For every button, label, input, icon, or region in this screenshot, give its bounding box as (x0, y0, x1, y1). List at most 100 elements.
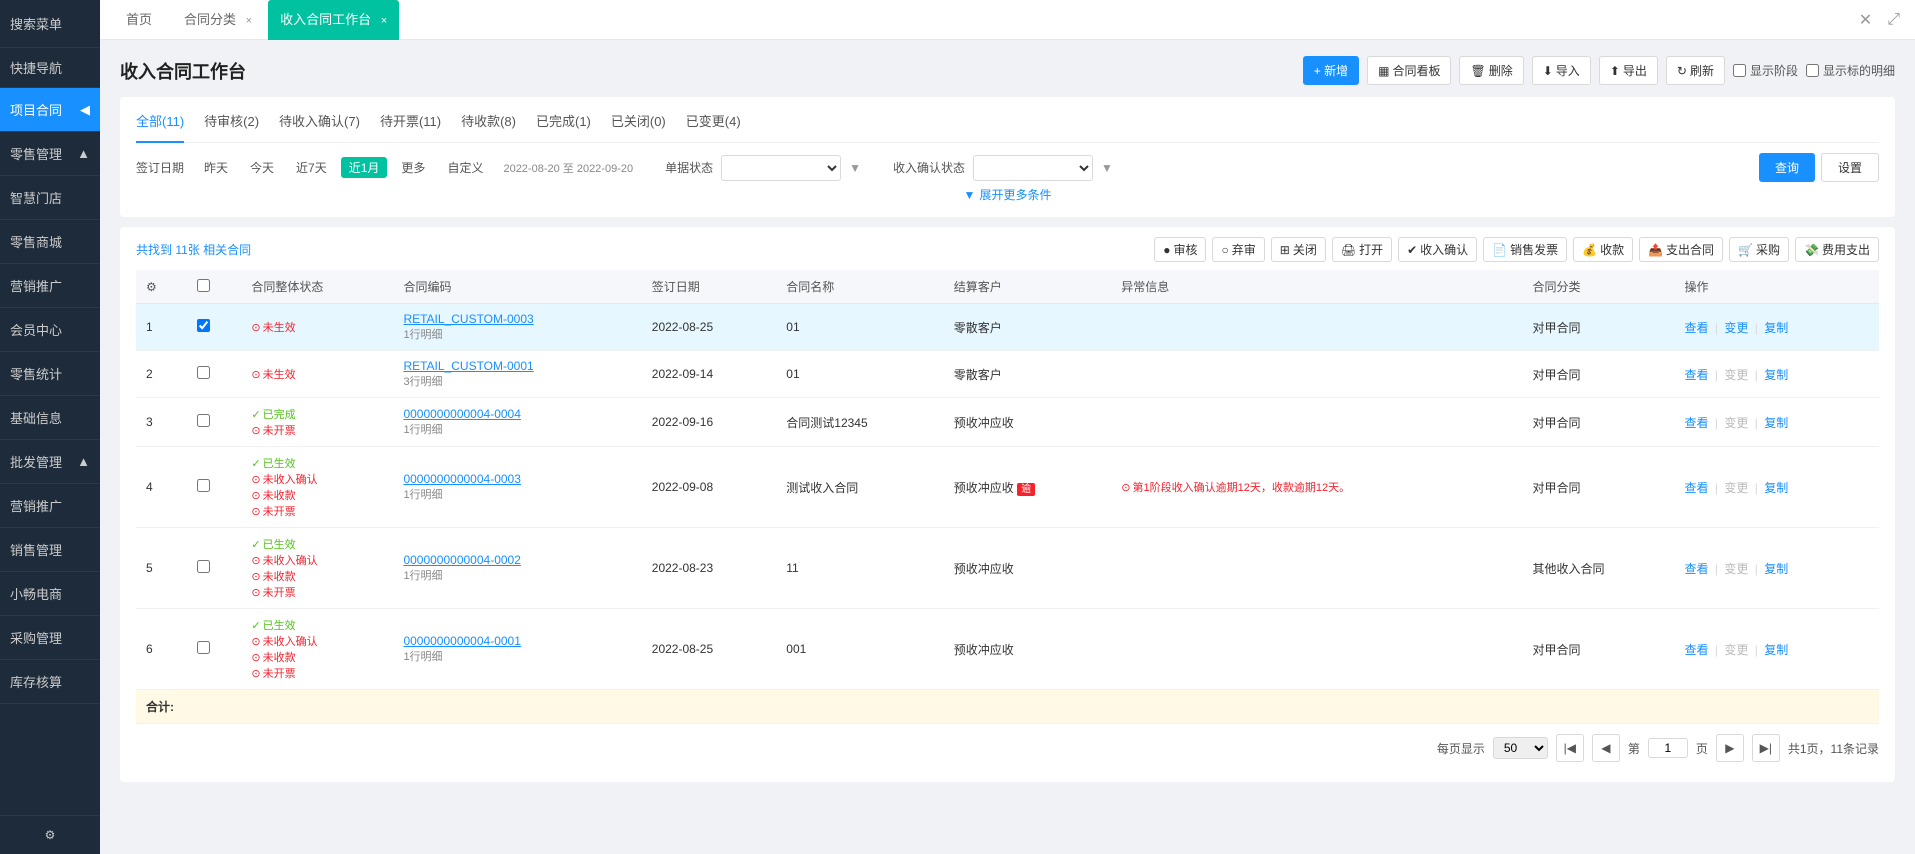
prev-page-btn[interactable]: ◀ (1592, 734, 1620, 762)
sidebar-item-smart[interactable]: 智慧门店 (0, 176, 100, 220)
sidebar-item-xiaochange[interactable]: 小畅电商 (0, 572, 100, 616)
show-detail-checkbox[interactable]: 显示标的明细 (1806, 62, 1895, 79)
tab-income-workbench[interactable]: 收入合同工作台 × (268, 0, 399, 40)
expand-more-btn[interactable]: ▼ 展开更多条件 (136, 186, 1879, 203)
th-setting[interactable]: ⚙ (136, 270, 187, 304)
op-copy[interactable]: 复制 (1764, 416, 1788, 430)
add-button[interactable]: + 新增 (1303, 56, 1359, 85)
op-copy[interactable]: 复制 (1764, 481, 1788, 495)
op-copy[interactable]: 复制 (1764, 562, 1788, 576)
op-view[interactable]: 查看 (1685, 481, 1709, 495)
contract-code-link[interactable]: 0000000000004-0003 (403, 472, 520, 486)
sidebar-item-project[interactable]: 项目合同 ◀ (0, 88, 100, 132)
op-edit[interactable]: 变更 (1724, 321, 1748, 335)
th-customer[interactable]: 结算客户 (944, 270, 1111, 304)
sidebar-item-ecom[interactable]: 零售商城 (0, 220, 100, 264)
op-copy[interactable]: 复制 (1764, 368, 1788, 382)
next-page-btn[interactable]: ▶ (1716, 734, 1744, 762)
window-maximize-icon[interactable]: ⤢ (1882, 11, 1905, 29)
op-view[interactable]: 查看 (1685, 562, 1709, 576)
contract-code-link[interactable]: 0000000000004-0001 (403, 634, 520, 648)
th-checkbox[interactable] (187, 270, 242, 304)
date-opt-today[interactable]: 今天 (242, 157, 282, 178)
th-category[interactable]: 合同分类 (1522, 270, 1674, 304)
tab-contract-type[interactable]: 合同分类 × (168, 0, 268, 40)
filter-tab-all[interactable]: 全部(11) (136, 107, 184, 134)
th-code[interactable]: 合同编码 (393, 270, 641, 304)
tab-close-contract-type[interactable]: × (246, 15, 252, 27)
confirm-filter-select[interactable] (973, 155, 1093, 181)
th-abnormal[interactable]: 异常信息 (1111, 270, 1522, 304)
date-opt-last1m[interactable]: 近1月 (341, 157, 388, 178)
filter-tab-pending-review[interactable]: 待审核(2) (204, 107, 259, 134)
date-opt-yesterday[interactable]: 昨天 (196, 157, 236, 178)
close-action-btn[interactable]: ⊞ 关闭 (1271, 237, 1326, 262)
op-view[interactable]: 查看 (1685, 416, 1709, 430)
cell-checkbox[interactable] (187, 398, 242, 447)
filter-tab-pending-invoice[interactable]: 待开票(11) (380, 107, 441, 134)
show-stage-checkbox[interactable]: 显示阶段 (1733, 62, 1798, 79)
cell-checkbox[interactable] (187, 447, 242, 528)
sidebar-search[interactable]: 搜索菜单 (0, 0, 100, 48)
date-opt-custom[interactable]: 自定义 (439, 157, 491, 178)
sidebar-item-sales[interactable]: 销售管理 (0, 528, 100, 572)
invoice-action-btn[interactable]: 📄 销售发票 (1483, 237, 1567, 262)
set-button[interactable]: 设置 (1821, 153, 1879, 182)
output-action-btn[interactable]: 📤 支出合同 (1639, 237, 1723, 262)
first-page-btn[interactable]: |◀ (1556, 734, 1584, 762)
sidebar-item-base[interactable]: 基础信息 (0, 396, 100, 440)
th-date[interactable]: 签订日期 (642, 270, 777, 304)
cell-checkbox[interactable] (187, 351, 242, 398)
print-action-btn[interactable]: 🖨 打开 (1332, 237, 1392, 262)
abandon-action-btn[interactable]: ○ 弃审 (1212, 237, 1264, 262)
th-status[interactable]: 合同整体状态 (241, 270, 393, 304)
last-page-btn[interactable]: ▶| (1752, 734, 1780, 762)
view-button[interactable]: ▦ 合同看板 (1367, 56, 1451, 85)
query-button[interactable]: 查询 (1759, 153, 1815, 182)
date-opt-last7[interactable]: 近7天 (288, 157, 335, 178)
op-copy[interactable]: 复制 (1764, 643, 1788, 657)
confirm-action-btn[interactable]: ✔ 收入确认 (1398, 237, 1477, 262)
payment-action-btn[interactable]: 💰 收款 (1573, 237, 1633, 262)
purchase-action-btn[interactable]: 🛒 采购 (1729, 237, 1789, 262)
sidebar-item-marketing[interactable]: 营销推广 (0, 264, 100, 308)
sidebar-item-member[interactable]: 会员中心 (0, 308, 100, 352)
op-view[interactable]: 查看 (1685, 368, 1709, 382)
sidebar-item-purchase[interactable]: 采购管理 (0, 616, 100, 660)
contract-code-link[interactable]: 0000000000004-0002 (403, 553, 520, 567)
filter-tab-changed[interactable]: 已变更(4) (686, 107, 741, 134)
sidebar-quicknav[interactable]: 快捷导航 (0, 48, 100, 88)
review-action-btn[interactable]: ● 审核 (1154, 237, 1206, 262)
page-size-select[interactable]: 50 100 200 (1493, 737, 1548, 759)
sidebar-item-wholesale[interactable]: 批发管理 ▲ (0, 440, 100, 484)
filter-tab-pending-confirm[interactable]: 待收入确认(7) (279, 107, 360, 134)
op-copy[interactable]: 复制 (1764, 321, 1788, 335)
sidebar-item-mkt2[interactable]: 营销推广 (0, 484, 100, 528)
cell-checkbox[interactable] (187, 304, 242, 351)
status-filter-select[interactable] (721, 155, 841, 181)
import-button[interactable]: ⬇ 导入 (1532, 56, 1591, 85)
filter-tab-closed[interactable]: 已关闭(0) (611, 107, 666, 134)
delete-button[interactable]: 🗑 删除 (1459, 56, 1523, 85)
op-view[interactable]: 查看 (1685, 643, 1709, 657)
cell-checkbox[interactable] (187, 528, 242, 609)
table-scroll[interactable]: ⚙ 合同整体状态 合同编码 签订日期 合同名称 结算客户 异常信息 合同分类 操… (136, 270, 1879, 724)
sidebar-item-stats[interactable]: 零售统计 (0, 352, 100, 396)
export-button[interactable]: ⬆ 导出 (1599, 56, 1658, 85)
sidebar-item-inventory[interactable]: 库存核算 (0, 660, 100, 704)
th-name[interactable]: 合同名称 (776, 270, 944, 304)
sidebar-settings[interactable]: ⚙ (0, 815, 100, 854)
op-view[interactable]: 查看 (1685, 321, 1709, 335)
date-opt-more[interactable]: 更多 (393, 157, 433, 178)
window-close-icon[interactable]: ✕ (1849, 10, 1882, 30)
page-input[interactable] (1648, 738, 1688, 758)
contract-code-link[interactable]: RETAIL_CUSTOM-0001 (403, 359, 533, 373)
expense-action-btn[interactable]: 💸 费用支出 (1795, 237, 1879, 262)
refresh-button[interactable]: ↻ 刷新 (1666, 56, 1725, 85)
contract-code-link[interactable]: RETAIL_CUSTOM-0003 (403, 312, 533, 326)
filter-tab-pending-payment[interactable]: 待收款(8) (461, 107, 516, 134)
tab-close-income-workbench[interactable]: × (381, 15, 387, 27)
cell-checkbox[interactable] (187, 609, 242, 690)
contract-code-link[interactable]: 0000000000004-0004 (403, 407, 520, 421)
filter-tab-done[interactable]: 已完成(1) (536, 107, 591, 134)
